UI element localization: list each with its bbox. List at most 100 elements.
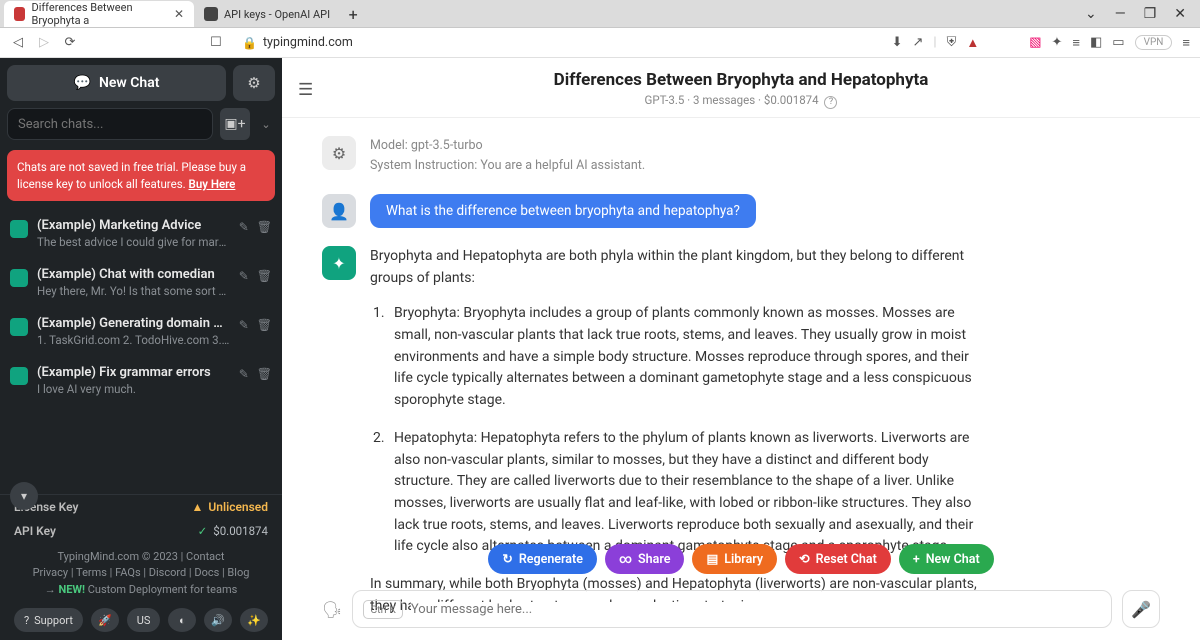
share-button[interactable]: ∞Share bbox=[605, 544, 685, 574]
list-icon[interactable]: ≡ bbox=[1072, 35, 1080, 51]
puzzle-icon[interactable]: ✦ bbox=[1052, 35, 1063, 50]
system-instruction: System Instruction: You are a helpful AI… bbox=[370, 156, 645, 176]
user-icon: 👤 bbox=[322, 194, 356, 228]
buy-link[interactable]: Buy Here bbox=[189, 177, 236, 191]
list-item[interactable]: (Example) Generating domain n... 1. Task… bbox=[0, 307, 282, 356]
delete-icon[interactable]: 🗑 bbox=[257, 318, 272, 332]
browser-tabs: Differences Between Bryophyta a ✕ API ke… bbox=[0, 0, 366, 27]
api-cost[interactable]: ✓$0.001874 bbox=[198, 524, 268, 538]
browser-titlebar: Differences Between Bryophyta a ✕ API ke… bbox=[0, 0, 1200, 28]
page-title: Differences Between Bryophyta and Hepato… bbox=[302, 70, 1180, 90]
list-item[interactable]: (Example) Fix grammar errors I love AI v… bbox=[0, 356, 282, 405]
close-icon[interactable]: ✕ bbox=[174, 7, 184, 21]
chat-icon bbox=[10, 220, 28, 238]
library-button[interactable]: ▤Library bbox=[692, 544, 777, 574]
edit-icon[interactable]: ✎ bbox=[239, 220, 249, 234]
reset-icon: ⟲ bbox=[799, 551, 809, 567]
collapse-button[interactable]: ▾ bbox=[10, 482, 38, 510]
input-row: 🗣 Ctrl K 🎤 bbox=[282, 590, 1200, 628]
ai-list-item: Bryophyta: Bryophyta includes a group of… bbox=[388, 303, 990, 411]
share-icon: ∞ bbox=[619, 552, 632, 567]
search-input[interactable] bbox=[7, 108, 213, 140]
warning-icon[interactable]: ▲ bbox=[966, 35, 979, 51]
chevron-down-icon[interactable]: ⌄ bbox=[257, 108, 275, 140]
chat-preview: Hey there, Mr. Yo! Is that some sort of … bbox=[37, 284, 230, 298]
delete-icon[interactable]: 🗑 bbox=[257, 220, 272, 234]
footer-deploy[interactable]: Custom Deployment for teams bbox=[88, 583, 238, 596]
message-input[interactable] bbox=[411, 602, 1101, 617]
main-panel: ☰ Differences Between Bryophyta and Hepa… bbox=[282, 58, 1200, 640]
reset-button[interactable]: ⟲Reset Chat bbox=[785, 544, 891, 574]
regenerate-button[interactable]: ↻Regenerate bbox=[488, 544, 597, 574]
rocket-icon[interactable]: 🚀 bbox=[91, 608, 119, 632]
bookmark-icon[interactable]: ☐ bbox=[208, 35, 224, 50]
sidebar: 💬 New Chat ⚙ ▣+ ⌄ Chats are not saved in… bbox=[0, 58, 282, 640]
shortcut-badge: Ctrl K bbox=[363, 600, 403, 619]
trial-banner: Chats are not saved in free trial. Pleas… bbox=[7, 150, 275, 201]
new-chat-button[interactable]: +New Chat bbox=[899, 544, 994, 574]
gear-icon: ⚙ bbox=[322, 136, 356, 170]
hamburger-icon[interactable]: ☰ bbox=[298, 80, 313, 100]
address-field[interactable]: 🔒 typingmind.com bbox=[234, 35, 882, 50]
calendar-icon[interactable]: ▭ bbox=[1112, 35, 1124, 50]
delete-icon[interactable]: 🗑 bbox=[257, 367, 272, 381]
plus-icon: + bbox=[913, 552, 920, 567]
chat-icon bbox=[10, 269, 28, 287]
ext-icon[interactable]: ▧ bbox=[1029, 35, 1041, 50]
model-label: Model: gpt-3.5-turbo bbox=[370, 136, 645, 156]
mic-button[interactable]: 🎤 bbox=[1122, 590, 1160, 628]
url-bar: ◁ ▷ ⟳ ☐ 🔒 typingmind.com ⬇ ↗ | ⛨ ▲ ▧ ✦ ≡… bbox=[0, 28, 1200, 58]
check-icon: ✓ bbox=[198, 524, 208, 538]
library-icon: ▤ bbox=[706, 551, 718, 567]
tab-title: Differences Between Bryophyta a bbox=[31, 1, 163, 27]
edit-icon[interactable]: ✎ bbox=[239, 318, 249, 332]
ai-intro: Bryophyta and Hepatophyta are both phyla… bbox=[370, 246, 990, 289]
settings-button[interactable]: ⚙ bbox=[233, 65, 275, 101]
vpn-badge[interactable]: VPN bbox=[1135, 35, 1173, 50]
info-icon[interactable]: ? bbox=[824, 96, 837, 109]
list-item[interactable]: (Example) Marketing Advice The best advi… bbox=[0, 209, 282, 258]
browser-tab-active[interactable]: Differences Between Bryophyta a ✕ bbox=[4, 1, 194, 27]
reload-icon[interactable]: ⟳ bbox=[62, 35, 78, 50]
region-button[interactable]: US bbox=[127, 608, 161, 632]
menu-icon[interactable]: ≡ bbox=[1182, 35, 1190, 51]
action-row: ↻Regenerate ∞Share ▤Library ⟲Reset Chat … bbox=[282, 544, 1200, 574]
support-button[interactable]: ? Support bbox=[14, 608, 83, 632]
new-chat-label: New Chat bbox=[99, 75, 159, 91]
sparkle-icon[interactable]: ✨ bbox=[240, 608, 268, 632]
window-close-icon[interactable]: ✕ bbox=[1174, 6, 1186, 22]
chat-title: (Example) Fix grammar errors bbox=[37, 365, 230, 380]
user-message: 👤 What is the difference between bryophy… bbox=[322, 194, 1160, 228]
share-icon[interactable]: ↗ bbox=[912, 35, 923, 50]
delete-icon[interactable]: 🗑 bbox=[257, 269, 272, 283]
sound-icon[interactable]: 🔊 bbox=[204, 608, 232, 632]
license-status[interactable]: ▲Unlicensed bbox=[191, 500, 268, 514]
page-subtitle: GPT-3.5 · 3 messages · $0.001874 ? bbox=[302, 93, 1180, 109]
shield-icon[interactable]: ⛨ bbox=[947, 35, 957, 50]
edit-icon[interactable]: ✎ bbox=[239, 269, 249, 283]
system-message: ⚙ Model: gpt-3.5-turbo System Instructio… bbox=[322, 136, 1160, 176]
footer-line1[interactable]: TypingMind.com © 2023 | Contact bbox=[10, 549, 272, 566]
edit-icon[interactable]: ✎ bbox=[239, 367, 249, 381]
panel-icon[interactable]: ◧ bbox=[1090, 35, 1102, 50]
chat-preview: 1. TaskGrid.com 2. TodoHive.com 3. Task.… bbox=[37, 333, 230, 347]
message-input-container[interactable]: Ctrl K bbox=[352, 590, 1112, 628]
back-icon[interactable]: ◁ bbox=[10, 35, 26, 50]
maximize-icon[interactable]: ❐ bbox=[1144, 6, 1157, 22]
voice-toggle-icon[interactable]: 🗣 bbox=[322, 600, 342, 619]
new-tab-button[interactable]: + bbox=[340, 1, 366, 27]
browser-tab[interactable]: API keys - OpenAI API bbox=[194, 1, 340, 27]
theme-icon[interactable]: ◐ bbox=[168, 608, 196, 632]
list-item[interactable]: (Example) Chat with comedian Hey there, … bbox=[0, 258, 282, 307]
footer-line2[interactable]: Privacy | Terms | FAQs | Discord | Docs … bbox=[10, 565, 272, 582]
refresh-icon: ↻ bbox=[502, 551, 512, 567]
chat-icon bbox=[10, 367, 28, 385]
new-chat-button[interactable]: 💬 New Chat bbox=[7, 65, 226, 101]
forward-icon[interactable]: ▷ bbox=[36, 35, 52, 50]
minimize-icon[interactable]: — bbox=[1115, 6, 1126, 22]
download-icon[interactable]: ⬇ bbox=[892, 35, 903, 50]
chevron-down-icon[interactable]: ⌄ bbox=[1085, 6, 1097, 22]
add-folder-button[interactable]: ▣+ bbox=[220, 108, 250, 140]
chat-icon bbox=[10, 318, 28, 336]
lock-icon: 🔒 bbox=[242, 36, 257, 50]
